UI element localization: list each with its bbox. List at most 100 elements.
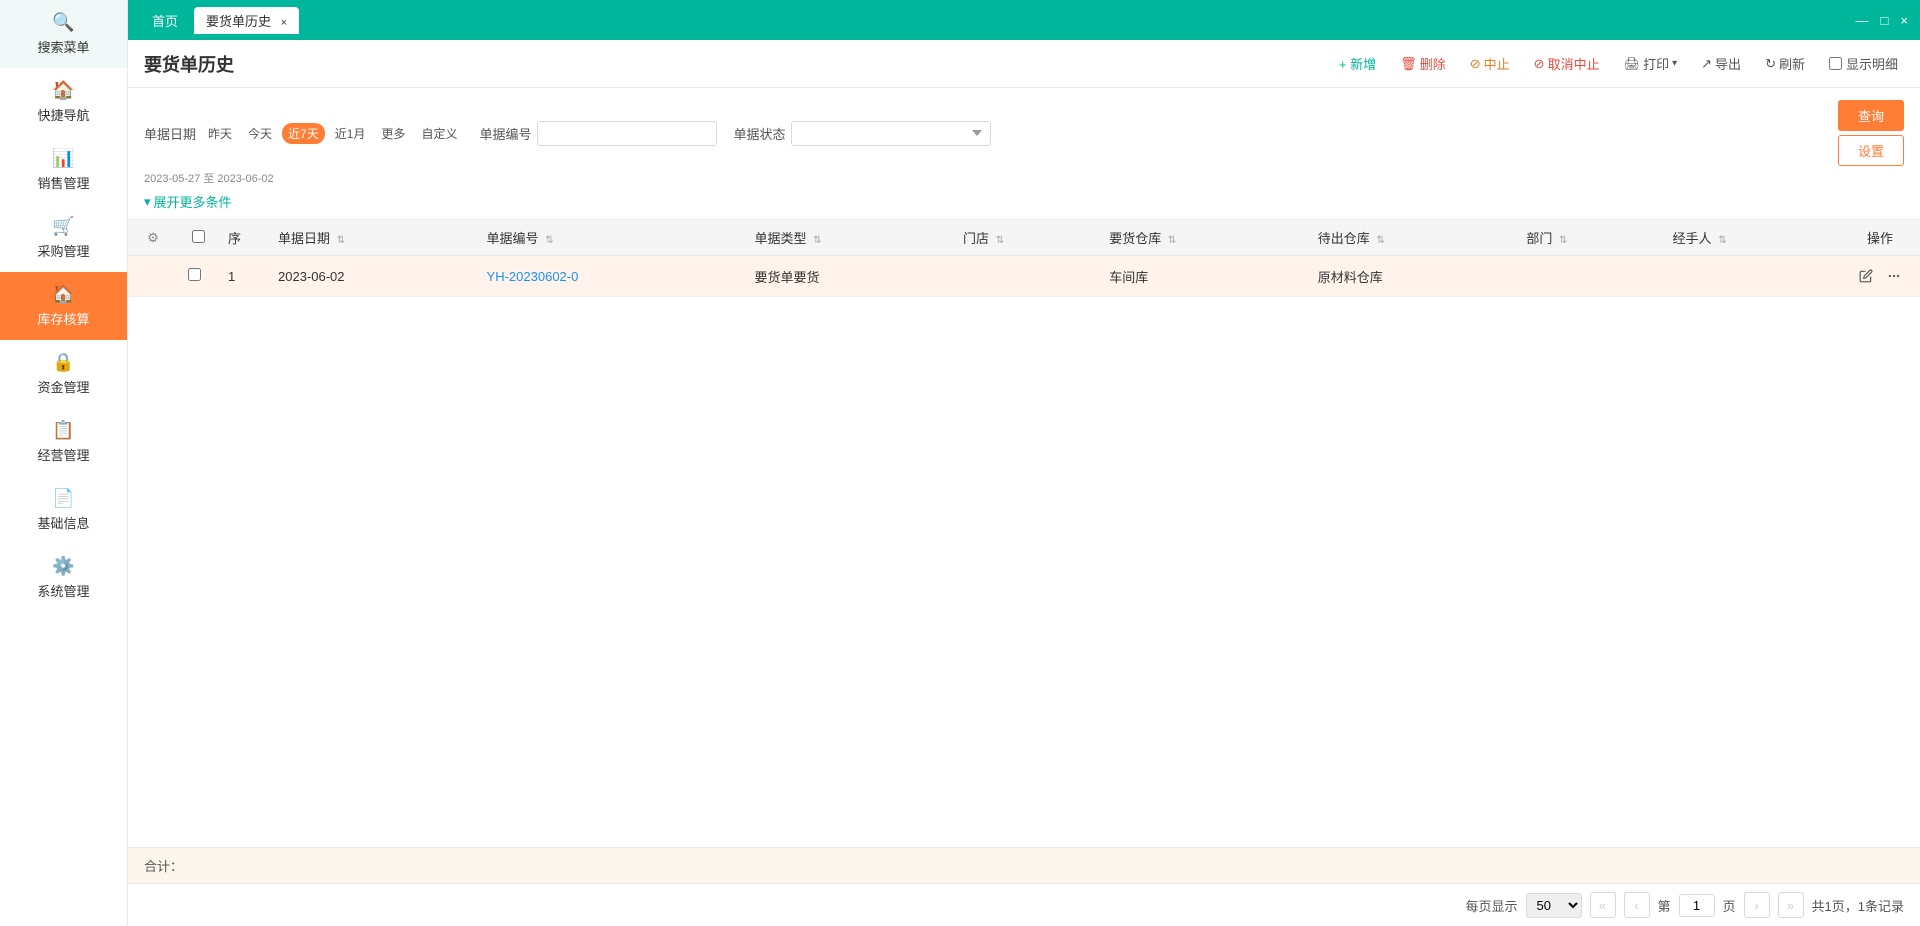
shortcut-7days[interactable]: 近7天: [282, 123, 325, 144]
col-header-date: 单据日期 ⇅: [268, 220, 477, 256]
row-order-no-link[interactable]: YH-20230602-0: [487, 269, 579, 284]
col-header-req-warehouse: 要货仓库 ⇅: [1099, 220, 1308, 256]
sidebar-item-basic-info[interactable]: 📄 基础信息: [0, 476, 127, 544]
window-maximize-button[interactable]: □: [1881, 13, 1889, 28]
sidebar-item-finance[interactable]: 🔒 资金管理: [0, 340, 127, 408]
sort-out-warehouse-icon[interactable]: ⇅: [1376, 235, 1384, 246]
pagination: 每页显示 50 10 20 100 « ‹ 第 页 › » 共1页，1条记录: [128, 883, 1920, 926]
delete-icon: 🗑: [1400, 56, 1417, 72]
row-edit-icon[interactable]: [1854, 264, 1878, 288]
filter-bar: 单据日期 昨天 今天 近7天 近1月 更多 自定义 单据编号 单据状态: [128, 88, 1920, 220]
sort-store-icon[interactable]: ⇅: [996, 235, 1004, 246]
shortcut-more[interactable]: 更多: [375, 123, 411, 144]
window-minimize-button[interactable]: —: [1856, 13, 1869, 28]
expand-icon: ▾: [144, 194, 151, 210]
col-header-order-no: 单据编号 ⇅: [477, 220, 745, 256]
filter-status-item: 单据状态: [733, 121, 991, 146]
finance-icon: 🔒: [52, 352, 74, 373]
print-button[interactable]: 🖨 打印 ▾: [1618, 50, 1684, 77]
page-input[interactable]: [1679, 894, 1715, 917]
shortcut-custom[interactable]: 自定义: [415, 123, 463, 144]
select-all-checkbox[interactable]: [192, 230, 205, 243]
print-icon: 🖨: [1624, 56, 1641, 72]
show-detail-checkbox[interactable]: [1829, 57, 1842, 70]
page-title: 要货单历史: [144, 51, 234, 77]
page-label-end: 页: [1723, 896, 1736, 915]
operations-icon: 📋: [52, 420, 74, 441]
page-next-button[interactable]: ›: [1744, 892, 1770, 918]
date-label: 单据日期: [144, 124, 196, 143]
delete-button[interactable]: 🗑 删除: [1394, 50, 1452, 77]
shortcut-today[interactable]: 今天: [242, 123, 278, 144]
sidebar: 🔍 搜索菜单 🏠 快捷导航 📊 销售管理 🛒 采购管理 🏠 库存核算 🔒 资金管…: [0, 0, 128, 926]
row-req-warehouse-cell: 车间库: [1099, 256, 1308, 297]
table-settings-icon[interactable]: ⚙: [147, 230, 159, 245]
order-no-label: 单据编号: [479, 124, 531, 143]
row-checkbox[interactable]: [188, 268, 201, 281]
cancel-stop-icon: ⊘: [1534, 56, 1545, 72]
page-size-select[interactable]: 50 10 20 100: [1526, 893, 1582, 918]
toolbar: + 新增 🗑 删除 ⊘ 中止 ⊘ 取消中止 🖨 打印 ▾: [1333, 50, 1904, 77]
row-action-cell: [1840, 256, 1920, 297]
row-store-cell: [953, 256, 1099, 297]
row-more-icon[interactable]: [1882, 264, 1906, 288]
sort-handler-icon[interactable]: ⇅: [1718, 235, 1726, 246]
page-header: 要货单历史 + 新增 🗑 删除 ⊘ 中止 ⊘ 取消中止 🖨 打印: [128, 40, 1920, 88]
col-header-handler: 经手人 ⇅: [1663, 220, 1840, 256]
sidebar-item-quick-nav[interactable]: 🏠 快捷导航: [0, 68, 127, 136]
sort-type-icon[interactable]: ⇅: [813, 235, 821, 246]
refresh-button[interactable]: ↻ 刷新: [1759, 50, 1811, 77]
sidebar-item-purchase[interactable]: 🛒 采购管理: [0, 204, 127, 272]
shortcut-yesterday[interactable]: 昨天: [202, 123, 238, 144]
col-header-action: 操作: [1840, 220, 1920, 256]
row-index-cell: 1: [218, 256, 268, 297]
stop-button[interactable]: ⊘ 中止: [1464, 50, 1516, 77]
sys-mgmt-icon: ⚙️: [52, 556, 74, 577]
cancel-stop-button[interactable]: ⊘ 取消中止: [1528, 50, 1606, 77]
show-detail-toggle[interactable]: 显示明细: [1823, 50, 1904, 77]
main-area: 首页 要货单历史 × — □ × 要货单历史 + 新增 🗑 删除 ⊘ 中止: [128, 0, 1920, 926]
sidebar-item-search[interactable]: 🔍 搜索菜单: [0, 0, 127, 68]
filter-settings-button[interactable]: 设置: [1838, 135, 1904, 166]
table-container: ⚙ 序 单据日期 ⇅ 单据编号: [128, 220, 1920, 847]
topbar: 首页 要货单历史 × — □ ×: [128, 0, 1920, 40]
sidebar-item-inventory[interactable]: 🏠 库存核算: [0, 272, 127, 340]
page-last-button[interactable]: »: [1778, 892, 1804, 918]
total-info: 共1页，1条记录: [1812, 896, 1904, 915]
add-button[interactable]: + 新增: [1333, 50, 1382, 77]
sort-dept-icon[interactable]: ⇅: [1559, 235, 1567, 246]
basic-info-icon: 📄: [52, 488, 74, 509]
page-first-button[interactable]: «: [1590, 892, 1616, 918]
status-label: 单据状态: [733, 124, 785, 143]
row-handler-cell: [1663, 256, 1840, 297]
status-select[interactable]: [791, 121, 991, 146]
tab-home[interactable]: 首页: [140, 7, 190, 34]
filter-row-main: 单据日期 昨天 今天 近7天 近1月 更多 自定义 单据编号 单据状态: [144, 100, 1904, 166]
order-no-input[interactable]: [537, 121, 717, 146]
sidebar-item-operations[interactable]: 📋 经营管理: [0, 408, 127, 476]
page-prev-button[interactable]: ‹: [1624, 892, 1650, 918]
print-dropdown-icon[interactable]: ▾: [1672, 58, 1677, 69]
row-type-cell: 要货单要货: [744, 256, 953, 297]
search-menu-icon: 🔍: [52, 12, 74, 33]
total-label: 合计：: [144, 859, 183, 874]
filter-order-no-item: 单据编号: [479, 121, 717, 146]
sort-order-no-icon[interactable]: ⇅: [545, 235, 553, 246]
sort-req-warehouse-icon[interactable]: ⇅: [1168, 235, 1176, 246]
shortcut-1month[interactable]: 近1月: [329, 123, 372, 144]
date-shortcuts: 昨天 今天 近7天 近1月 更多 自定义: [202, 123, 463, 144]
sort-date-icon[interactable]: ⇅: [337, 235, 345, 246]
col-header-checkbox: [178, 220, 218, 256]
tab-active[interactable]: 要货单历史 ×: [194, 7, 299, 34]
col-header-settings: ⚙: [128, 220, 178, 256]
query-button[interactable]: 查询: [1838, 100, 1904, 131]
window-close-button[interactable]: ×: [1900, 13, 1908, 28]
expand-more-btn[interactable]: ▾ 展开更多条件: [144, 192, 1904, 211]
export-button[interactable]: ↗ 导出: [1695, 50, 1747, 77]
sidebar-item-sales[interactable]: 📊 销售管理: [0, 136, 127, 204]
col-header-dept: 部门 ⇅: [1516, 220, 1662, 256]
tab-close-button[interactable]: ×: [281, 17, 287, 29]
row-checkbox-cell: [178, 256, 218, 297]
sidebar-item-sys-mgmt[interactable]: ⚙️ 系统管理: [0, 544, 127, 612]
row-dept-cell: [1516, 256, 1662, 297]
